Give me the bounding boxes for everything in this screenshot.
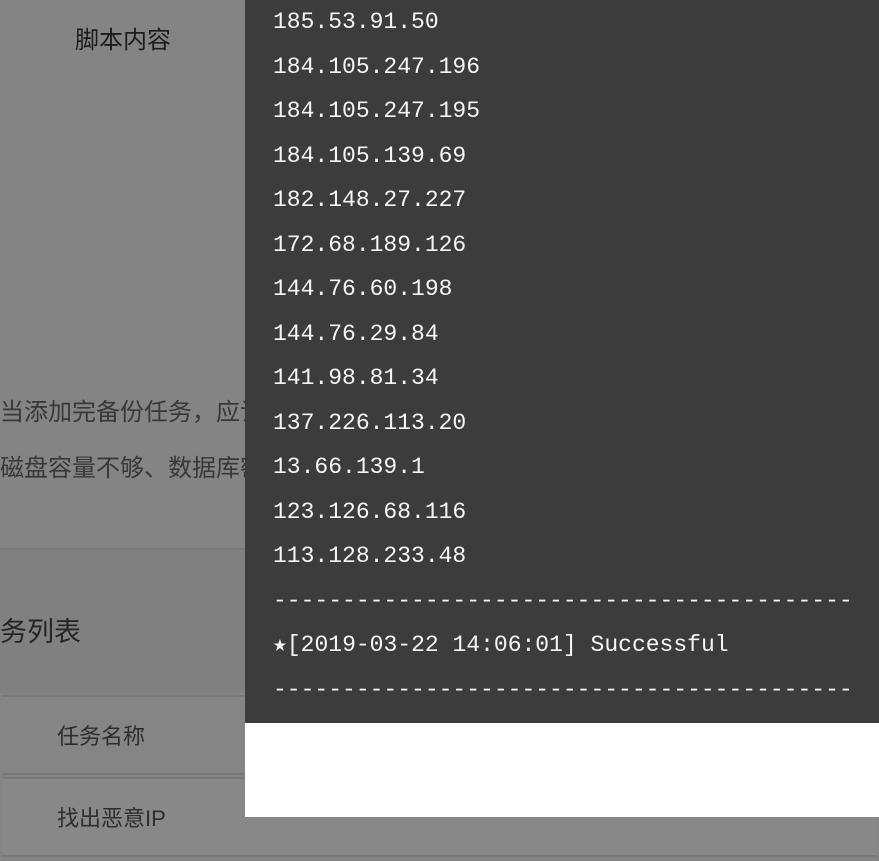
log-content[interactable]: 185.53.91.50 184.105.247.196 184.105.247… [273,0,851,712]
log-ip-line: 123.126.68.116 [273,490,851,535]
log-ip-line: 172.68.189.126 [273,223,851,268]
log-divider: ----------------------------------------… [273,579,851,624]
log-status-line: ★[2019-03-22 14:06:01] Successful [273,623,851,668]
log-ip-line: 141.98.81.34 [273,356,851,401]
log-status-text: Successful [591,632,729,658]
star-icon: ★ [273,632,287,658]
log-ip-line: 113.128.233.48 [273,534,851,579]
log-timestamp: [2019-03-22 14:06:01] [287,632,577,658]
modal-footer [245,723,879,817]
log-ip-line: 13.66.139.1 [273,445,851,490]
log-ip-line: 184.105.247.195 [273,89,851,134]
log-ip-line: 185.53.91.50 [273,0,851,45]
log-modal: 185.53.91.50 184.105.247.196 184.105.247… [245,0,879,723]
log-ip-line: 184.105.247.196 [273,45,851,90]
log-ip-line: 144.76.29.84 [273,312,851,357]
log-ip-line: 184.105.139.69 [273,134,851,179]
log-divider: ----------------------------------------… [273,668,851,713]
log-ip-line: 144.76.60.198 [273,267,851,312]
log-ip-line: 137.226.113.20 [273,401,851,446]
log-ip-line: 182.148.27.227 [273,178,851,223]
